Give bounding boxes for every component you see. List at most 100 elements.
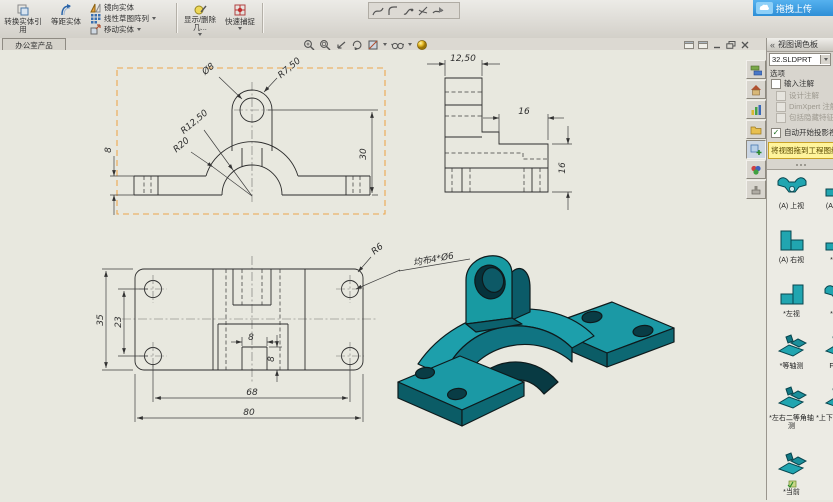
- view-thumb-bottom[interactable]: *下视: [816, 282, 833, 319]
- section-view-icon[interactable]: [367, 39, 379, 51]
- zoom-fit-icon[interactable]: [303, 39, 315, 51]
- dim-front-height[interactable]: 30: [359, 148, 369, 160]
- document-selector-dropdown[interactable]: 32.SLDPRT: [769, 53, 831, 66]
- quick-snaps-label: 快速捕捉: [225, 18, 255, 26]
- dim-side-step[interactable]: 16: [518, 107, 530, 117]
- dim-side-tab-width[interactable]: 12,50: [450, 54, 476, 64]
- dim-top-slot-depth[interactable]: 8: [267, 356, 277, 362]
- view-thumb-front[interactable]: (A) 前视: [816, 174, 833, 211]
- dropdown-caret-icon: [820, 55, 830, 64]
- view-thumb-custom[interactable]: FFSD: [816, 334, 833, 371]
- new-window-icon[interactable]: [683, 40, 694, 49]
- hidden-items-label: 包括隐藏特征的项: [789, 112, 833, 123]
- import-annotations-row: 输入注解: [771, 78, 814, 89]
- import-annotations-checkbox[interactable]: [771, 79, 781, 89]
- ribbon-separator: [262, 3, 263, 33]
- view-thumb-trimetric[interactable]: *上下二等角轴测: [816, 386, 833, 431]
- dimxpert-annotations-checkbox[interactable]: [776, 102, 786, 112]
- extend-tool-icon[interactable]: [432, 5, 444, 17]
- hidden-items-checkbox[interactable]: [776, 113, 786, 123]
- collapse-panel-button[interactable]: «: [770, 40, 775, 50]
- view-thumb-dimetric[interactable]: *左右二等角轴测: [769, 386, 814, 431]
- quick-snaps-icon: [233, 3, 247, 17]
- display-relations-caret-icon[interactable]: [198, 33, 202, 36]
- quick-snaps-caret-icon[interactable]: [238, 27, 242, 30]
- view-palette-tab-icon[interactable]: [746, 140, 766, 159]
- view-thumb-icon: [824, 334, 833, 360]
- file-explorer-tab-icon[interactable]: [746, 120, 766, 139]
- home-tab-icon[interactable]: [746, 80, 766, 99]
- panel-splitter[interactable]: [767, 162, 833, 168]
- move-entities-icon: [90, 24, 101, 35]
- dimxpert-annotations-label: DimXpert 注解: [789, 101, 833, 112]
- heads-up-view-toolbar: [303, 39, 428, 50]
- tab-office-products-label: 办公室产品: [15, 40, 53, 51]
- auto-start-projected-checkbox[interactable]: ✓: [771, 128, 781, 138]
- ribbon-separator: [176, 3, 177, 33]
- ribbon-toolbar: 转换实体引用 等距实体 镜向实体 线性草图阵列 移动实体 显示/删除几... 快…: [0, 0, 833, 39]
- mirror-entities-icon: [90, 2, 101, 13]
- document-name: 32.SLDPRT: [770, 55, 820, 64]
- dim-top-corner-radius[interactable]: R6: [370, 242, 386, 258]
- drawing-view-side[interactable]: 12,50 16 16: [427, 54, 572, 210]
- resources-tab-icon[interactable]: [746, 60, 766, 79]
- view-thumb-top[interactable]: (A) 上视: [769, 174, 814, 211]
- convert-entities-button[interactable]: 转换实体引用: [2, 2, 44, 37]
- model-3d-isometric[interactable]: [398, 256, 674, 426]
- fillet-tool-icon[interactable]: [387, 5, 399, 17]
- minimize-icon[interactable]: [711, 40, 722, 49]
- dim-top-depth[interactable]: 35: [96, 314, 106, 326]
- dim-top-hole-spacing-h[interactable]: 68: [246, 388, 258, 398]
- dim-side-height[interactable]: 16: [558, 162, 568, 174]
- view-thumb-right[interactable]: (A) 右视: [769, 228, 814, 265]
- dim-front-arch-outer[interactable]: R20: [172, 136, 192, 155]
- linear-pattern-caret-icon[interactable]: [152, 17, 156, 20]
- design-annotations-row: 设计注解: [776, 90, 819, 101]
- appearance-icon[interactable]: [416, 39, 428, 51]
- design-library-tab-icon[interactable]: [746, 100, 766, 119]
- appearances-tab-icon[interactable]: [746, 160, 766, 179]
- view-thumb-icon: [777, 386, 807, 412]
- note-holes-pattern[interactable]: 均布4*Ø6: [412, 251, 455, 269]
- view-orientation-caret-icon[interactable]: [383, 43, 387, 46]
- move-entities-button[interactable]: 移动实体: [90, 24, 141, 35]
- dim-top-hole-spacing-v[interactable]: 23: [114, 316, 124, 328]
- auto-start-projected-row: ✓ 自动开始投影视图: [771, 127, 833, 138]
- drawing-sheet-canvas[interactable]: 30 8 Ø8 R7,50 R12,50 R20 12,50 16 16: [0, 50, 745, 500]
- view-thumb-back[interactable]: *后视: [816, 228, 833, 265]
- design-annotations-checkbox[interactable]: [776, 91, 786, 101]
- cascade-window-icon[interactable]: [697, 40, 708, 49]
- dim-front-plate-height[interactable]: 8: [104, 147, 114, 153]
- current-view-badge-icon: [787, 480, 797, 488]
- dim-top-width[interactable]: 80: [243, 408, 255, 418]
- display-style-caret-icon[interactable]: [408, 43, 412, 46]
- upload-button-label: 拖拽上传: [776, 2, 812, 15]
- quick-snaps-button[interactable]: 快速捕捉: [222, 2, 258, 37]
- display-relations-button[interactable]: 显示/删除几...: [181, 2, 219, 37]
- rotate-view-icon[interactable]: [351, 39, 363, 51]
- view-thumb-current[interactable]: *当前: [769, 452, 814, 497]
- previous-view-icon[interactable]: [335, 39, 347, 51]
- linear-pattern-button[interactable]: 线性草图阵列: [90, 13, 156, 24]
- view-thumb-icon: [824, 228, 833, 254]
- drawing-view-front[interactable]: 30 8 Ø8 R7,50 R12,50 R20: [104, 56, 378, 215]
- offset-entities-icon: [59, 3, 73, 17]
- dim-front-hole[interactable]: Ø8: [199, 61, 217, 78]
- view-thumb-isometric[interactable]: *等轴测: [769, 334, 814, 371]
- view-thumb-icon: [824, 174, 833, 200]
- upload-button[interactable]: 拖拽上传: [753, 0, 833, 16]
- view-thumb-left[interactable]: *左视: [769, 282, 814, 319]
- display-style-icon[interactable]: [391, 39, 404, 51]
- sketch-mini-toolbar: [368, 2, 460, 19]
- offset-entities-button[interactable]: 等距实体: [46, 2, 86, 37]
- mirror-entities-button[interactable]: 镜向实体: [90, 2, 134, 13]
- dimxpert-annotations-row: DimXpert 注解: [776, 101, 833, 112]
- trim-tool-icon[interactable]: [417, 5, 429, 17]
- restore-icon[interactable]: [725, 40, 736, 49]
- custom-properties-tab-icon[interactable]: [746, 180, 766, 199]
- curve-tool-icon[interactable]: [402, 5, 414, 17]
- zoom-area-icon[interactable]: [319, 39, 331, 51]
- spline-tool-icon[interactable]: [372, 5, 384, 17]
- dim-top-slot-width[interactable]: 8: [248, 333, 254, 343]
- move-entities-caret-icon[interactable]: [137, 28, 141, 31]
